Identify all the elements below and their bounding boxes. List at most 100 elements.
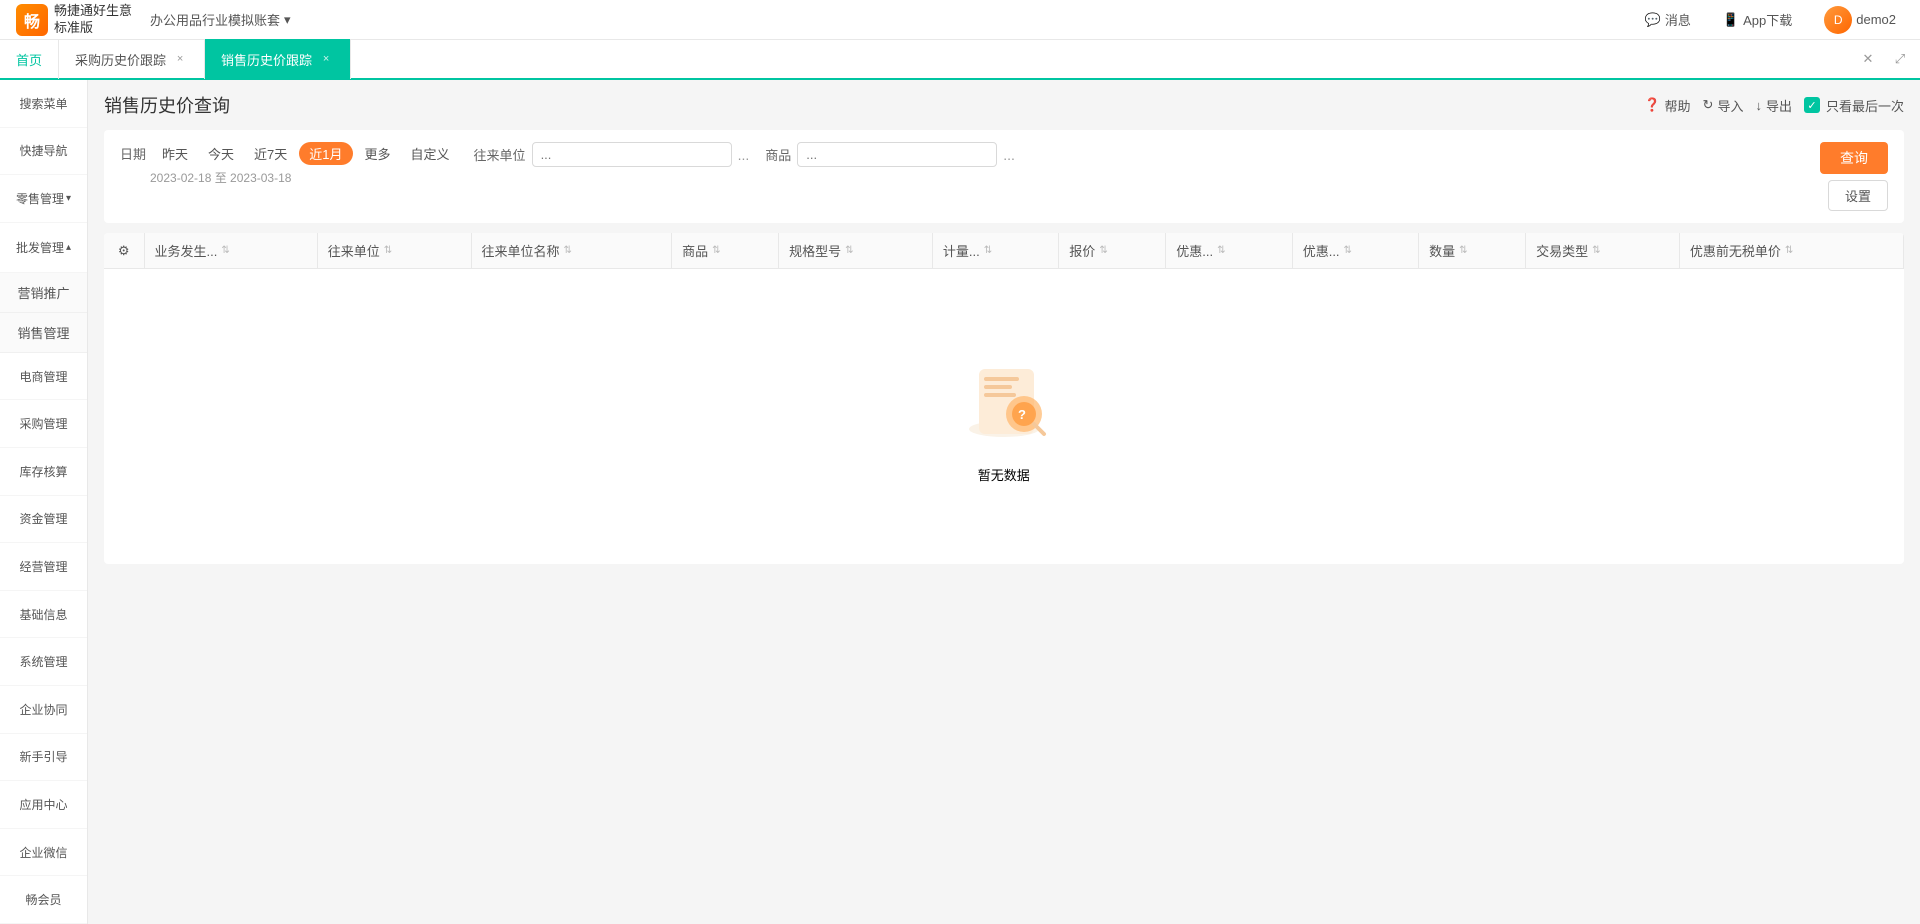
expand-window-btn[interactable]: ⤢ xyxy=(1888,47,1912,71)
message-btn[interactable]: 💬 消息 xyxy=(1637,6,1699,33)
empty-state: ? 暂无数据 xyxy=(104,269,1904,564)
sidebar-item-operations[interactable]: 经营管理 xyxy=(0,543,87,591)
logo-area: 畅 畅捷通好生意 标准版 xyxy=(16,3,132,37)
tab-purchase-label: 采购历史价跟踪 xyxy=(75,50,166,69)
sidebar-item-sales-mgmt[interactable]: 销售管理 xyxy=(0,313,87,353)
sidebar-item-marketing[interactable]: 营销推广 xyxy=(0,273,87,313)
th-biz-date[interactable]: 业务发生... ⇅ xyxy=(144,233,317,269)
sort-icon: ⇅ xyxy=(1592,245,1600,256)
date-btn-custom[interactable]: 自定义 xyxy=(403,142,458,165)
commodity-filter-input[interactable] xyxy=(797,142,997,167)
partner-filter-input[interactable] xyxy=(532,142,732,167)
sort-icon: ⇅ xyxy=(1217,245,1225,256)
tab-bar: 首页 采购历史价跟踪 × 销售历史价跟踪 × ✕ ⤢ xyxy=(0,40,1920,80)
settings-button[interactable]: 设置 xyxy=(1828,180,1888,211)
sort-icon: ⇅ xyxy=(1344,245,1352,256)
import-link[interactable]: ↻ 导入 xyxy=(1703,96,1744,115)
company-dropdown[interactable]: 办公用品行业模拟账套 ▾ xyxy=(142,6,299,33)
tab-bar-right: ✕ ⤢ xyxy=(1856,47,1920,71)
header-right: 💬 消息 📱 App下载 D demo2 xyxy=(1637,2,1904,38)
sidebar-item-enterprise-wechat[interactable]: 企业微信 xyxy=(0,829,87,877)
logo-text: 畅捷通好生意 标准版 xyxy=(54,3,132,37)
tab-home[interactable]: 首页 xyxy=(0,39,59,79)
date-btn-7days[interactable]: 近7天 xyxy=(246,142,295,165)
th-pretax-price[interactable]: 优惠前无税单价 ⇅ xyxy=(1679,233,1903,269)
sidebar-item-wholesale-mgmt[interactable]: 批发管理 ▴ xyxy=(0,223,87,273)
tab-sales-history[interactable]: 销售历史价跟踪 × xyxy=(205,39,351,79)
th-quantity[interactable]: 数量 ⇅ xyxy=(1419,233,1526,269)
sidebar-item-basic-info[interactable]: 基础信息 xyxy=(0,591,87,639)
th-partner-name[interactable]: 往来单位名称 ⇅ xyxy=(471,233,672,269)
th-partner-code[interactable]: 往来单位 ⇅ xyxy=(317,233,471,269)
date-filter-label: 日期 xyxy=(120,144,146,163)
gear-icon: ⚙ xyxy=(118,243,130,258)
date-btn-1month[interactable]: 近1月 xyxy=(299,142,352,165)
filter-action-buttons: 查询 设置 xyxy=(1820,142,1888,211)
table-header-row: ⚙ 业务发生... ⇅ 往来单位 xyxy=(104,233,1904,269)
tab-sales-close[interactable]: × xyxy=(318,51,334,67)
th-spec[interactable]: 规格型号 ⇅ xyxy=(779,233,933,269)
app-download-btn[interactable]: 📱 App下载 xyxy=(1715,6,1800,33)
sidebar-item-ecommerce[interactable]: 电商管理 xyxy=(0,353,87,401)
filter-area: 日期 昨天 今天 近7天 近1月 更多 自定义 2023-02-18 xyxy=(104,130,1904,223)
sidebar-item-retail-mgmt[interactable]: 零售管理 ▾ xyxy=(0,175,87,223)
close-window-btn[interactable]: ✕ xyxy=(1856,47,1880,71)
sidebar-item-quick-nav[interactable]: 快捷导航 xyxy=(0,128,87,176)
query-button[interactable]: 查询 xyxy=(1820,142,1888,174)
logo-icon: 畅 xyxy=(16,4,48,36)
company-name: 办公用品行业模拟账套 xyxy=(150,10,280,29)
sort-icon: ⇅ xyxy=(984,245,992,256)
th-discount2[interactable]: 优惠... ⇅ xyxy=(1292,233,1418,269)
only-last-checkbox-label[interactable]: ✓ 只看最后一次 xyxy=(1804,96,1904,115)
partner-filter-label: 往来单位 xyxy=(474,145,526,164)
message-icon: 💬 xyxy=(1645,12,1661,28)
date-btn-yesterday[interactable]: 昨天 xyxy=(154,142,196,165)
th-settings[interactable]: ⚙ xyxy=(104,233,144,269)
th-discount1[interactable]: 优惠... ⇅ xyxy=(1166,233,1292,269)
partner-filter-dots[interactable]: ... xyxy=(738,147,750,163)
svg-text:?: ? xyxy=(1018,407,1026,422)
chevron-down-icon: ▾ xyxy=(66,193,71,204)
user-menu[interactable]: D demo2 xyxy=(1816,2,1904,38)
sidebar-item-finance[interactable]: 资金管理 xyxy=(0,496,87,544)
sort-icon: ⇅ xyxy=(384,245,392,256)
export-link[interactable]: ↓ 导出 xyxy=(1755,96,1792,115)
sort-icon: ⇅ xyxy=(1785,245,1793,256)
content-area: 销售历史价查询 ❓ 帮助 ↻ 导入 ↓ 导出 ✓ xyxy=(88,80,1920,924)
page-title: 销售历史价查询 xyxy=(104,92,230,118)
date-btn-today[interactable]: 今天 xyxy=(200,142,242,165)
page-actions: ❓ 帮助 ↻ 导入 ↓ 导出 ✓ 只看最后一次 xyxy=(1644,96,1904,115)
chevron-down-icon: ▾ xyxy=(284,12,291,28)
tab-purchase-close[interactable]: × xyxy=(172,51,188,67)
commodity-filter-dots[interactable]: ... xyxy=(1003,147,1015,163)
tab-sales-label: 销售历史价跟踪 xyxy=(221,50,312,69)
sort-icon: ⇅ xyxy=(564,245,572,256)
th-quoted-price[interactable]: 报价 ⇅ xyxy=(1059,233,1166,269)
sidebar-item-new-guide[interactable]: 新手引导 xyxy=(0,734,87,782)
tab-purchase-history[interactable]: 采购历史价跟踪 × xyxy=(59,39,205,79)
th-commodity[interactable]: 商品 ⇅ xyxy=(672,233,779,269)
filter-commodity-group: 商品 ... xyxy=(765,142,1015,167)
sidebar-item-member[interactable]: 畅会员 xyxy=(0,876,87,924)
empty-state-icon: ? xyxy=(954,349,1054,449)
sidebar-item-search-menu[interactable]: 搜索菜单 xyxy=(0,80,87,128)
sidebar-item-system-mgmt[interactable]: 系统管理 xyxy=(0,638,87,686)
sidebar-item-inventory[interactable]: 库存核算 xyxy=(0,448,87,496)
sort-icon: ⇅ xyxy=(712,245,720,256)
date-btn-more[interactable]: 更多 xyxy=(357,142,399,165)
export-icon: ↓ xyxy=(1755,98,1762,113)
chevron-up-icon: ▴ xyxy=(66,242,71,253)
sidebar-item-enterprise-collab[interactable]: 企业协同 xyxy=(0,686,87,734)
help-link[interactable]: ❓ 帮助 xyxy=(1644,96,1690,115)
th-unit[interactable]: 计量... ⇅ xyxy=(932,233,1058,269)
th-trade-type[interactable]: 交易类型 ⇅ xyxy=(1526,233,1680,269)
header-left: 畅 畅捷通好生意 标准版 办公用品行业模拟账套 ▾ xyxy=(16,3,299,37)
tab-home-label: 首页 xyxy=(16,50,42,69)
page-content: 销售历史价查询 ❓ 帮助 ↻ 导入 ↓ 导出 ✓ xyxy=(88,80,1920,576)
sidebar-item-purchase-mgmt[interactable]: 采购管理 xyxy=(0,400,87,448)
sidebar-item-app-center[interactable]: 应用中心 xyxy=(0,781,87,829)
help-icon: ❓ xyxy=(1644,97,1660,113)
main-layout: 搜索菜单 快捷导航 零售管理 ▾ 批发管理 ▴ 营销推广 销售管理 电商管理 采… xyxy=(0,80,1920,924)
avatar: D xyxy=(1824,6,1852,34)
table-body: ? 暂无数据 xyxy=(104,269,1904,565)
